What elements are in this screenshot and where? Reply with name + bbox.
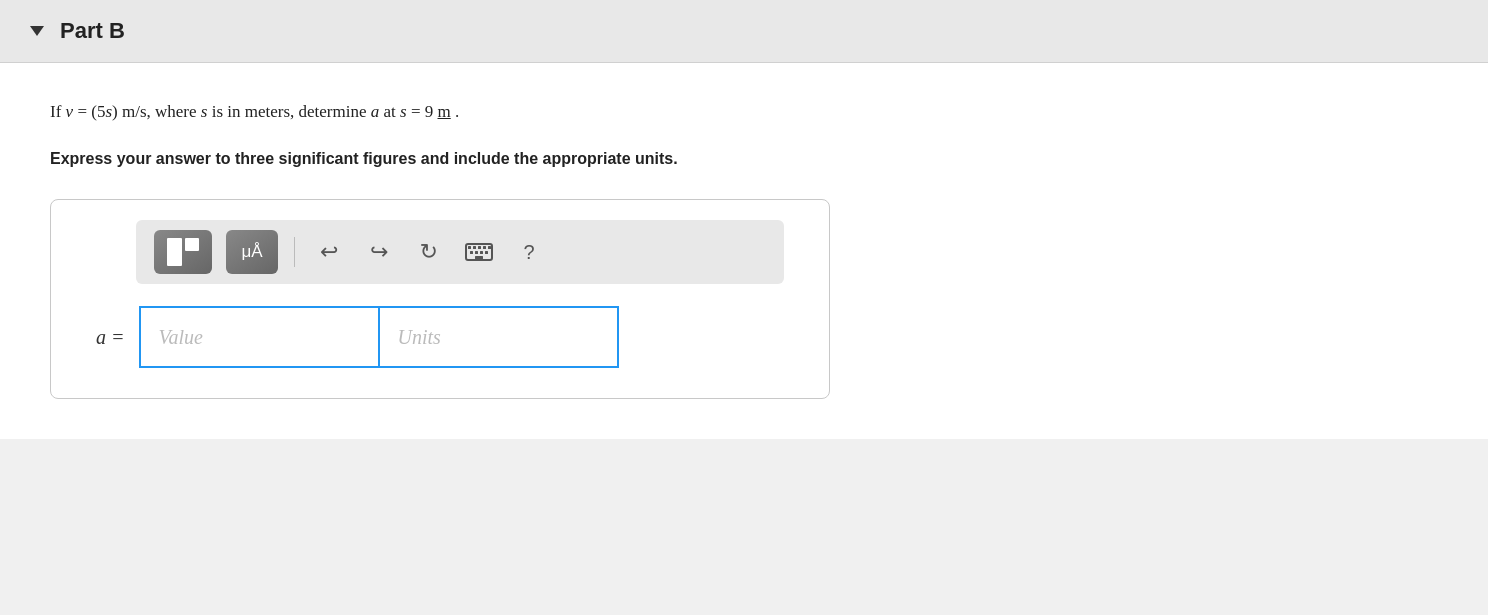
variable-label: a = [96, 326, 125, 349]
reset-button[interactable]: ↺ [411, 234, 447, 270]
equals-sign: = [73, 102, 91, 121]
units-input[interactable] [379, 306, 619, 368]
redo-icon: ↪ [370, 239, 388, 265]
bold-instruction: Express your answer to three significant… [50, 147, 1438, 171]
value-input[interactable] [139, 306, 379, 368]
formula: (5s) [91, 102, 117, 121]
at-text: at [379, 102, 400, 121]
keyboard-icon [465, 243, 493, 261]
help-button[interactable]: ? [511, 234, 547, 270]
template-button[interactable] [154, 230, 212, 274]
equals-label: = [111, 326, 125, 348]
input-row: a = [96, 306, 804, 368]
keyboard-row-2 [470, 251, 488, 254]
value-9: 9 [425, 102, 434, 121]
undo-button[interactable]: ↩ [311, 234, 347, 270]
template-icon [167, 238, 199, 266]
s-variable-2: s [400, 102, 407, 121]
is-in-text: is in meters, determine [207, 102, 370, 121]
keyboard-row-3 [475, 256, 483, 259]
toolbar: μÅ ↩ ↪ ↺ [136, 220, 784, 284]
units-text: m/s, where [118, 102, 201, 121]
chevron-down-icon[interactable] [30, 26, 44, 36]
problem-statement: If v = (5s) m/s, where s is in meters, d… [50, 98, 1438, 125]
help-icon: ? [523, 241, 534, 264]
a-variable: a [371, 102, 380, 121]
equals-sign-2: = [407, 102, 425, 121]
mu-label: μÅ [241, 242, 262, 262]
part-title: Part B [60, 18, 125, 44]
answer-box-container: μÅ ↩ ↪ ↺ [50, 199, 830, 399]
undo-icon: ↩ [320, 239, 338, 265]
mu-button[interactable]: μÅ [226, 230, 278, 274]
reset-icon: ↺ [420, 239, 438, 265]
template-icon-large-cell [167, 238, 182, 266]
v-variable: v [66, 102, 74, 121]
keyboard-row-1 [468, 246, 491, 249]
toolbar-divider [294, 237, 295, 267]
redo-button[interactable]: ↪ [361, 234, 397, 270]
keyboard-button[interactable] [461, 234, 497, 270]
page-container: Part B If v = (5s) m/s, where s is in me… [0, 0, 1488, 615]
content-area: If v = (5s) m/s, where s is in meters, d… [0, 63, 1488, 439]
period: . [451, 102, 460, 121]
a-var-label: a [96, 326, 106, 348]
statement-prefix: If [50, 102, 66, 121]
template-icon-small-top-cell [185, 238, 200, 251]
part-header: Part B [0, 0, 1488, 63]
unit-m: m [438, 102, 451, 121]
template-icon-small-bottom-cell [185, 254, 200, 267]
